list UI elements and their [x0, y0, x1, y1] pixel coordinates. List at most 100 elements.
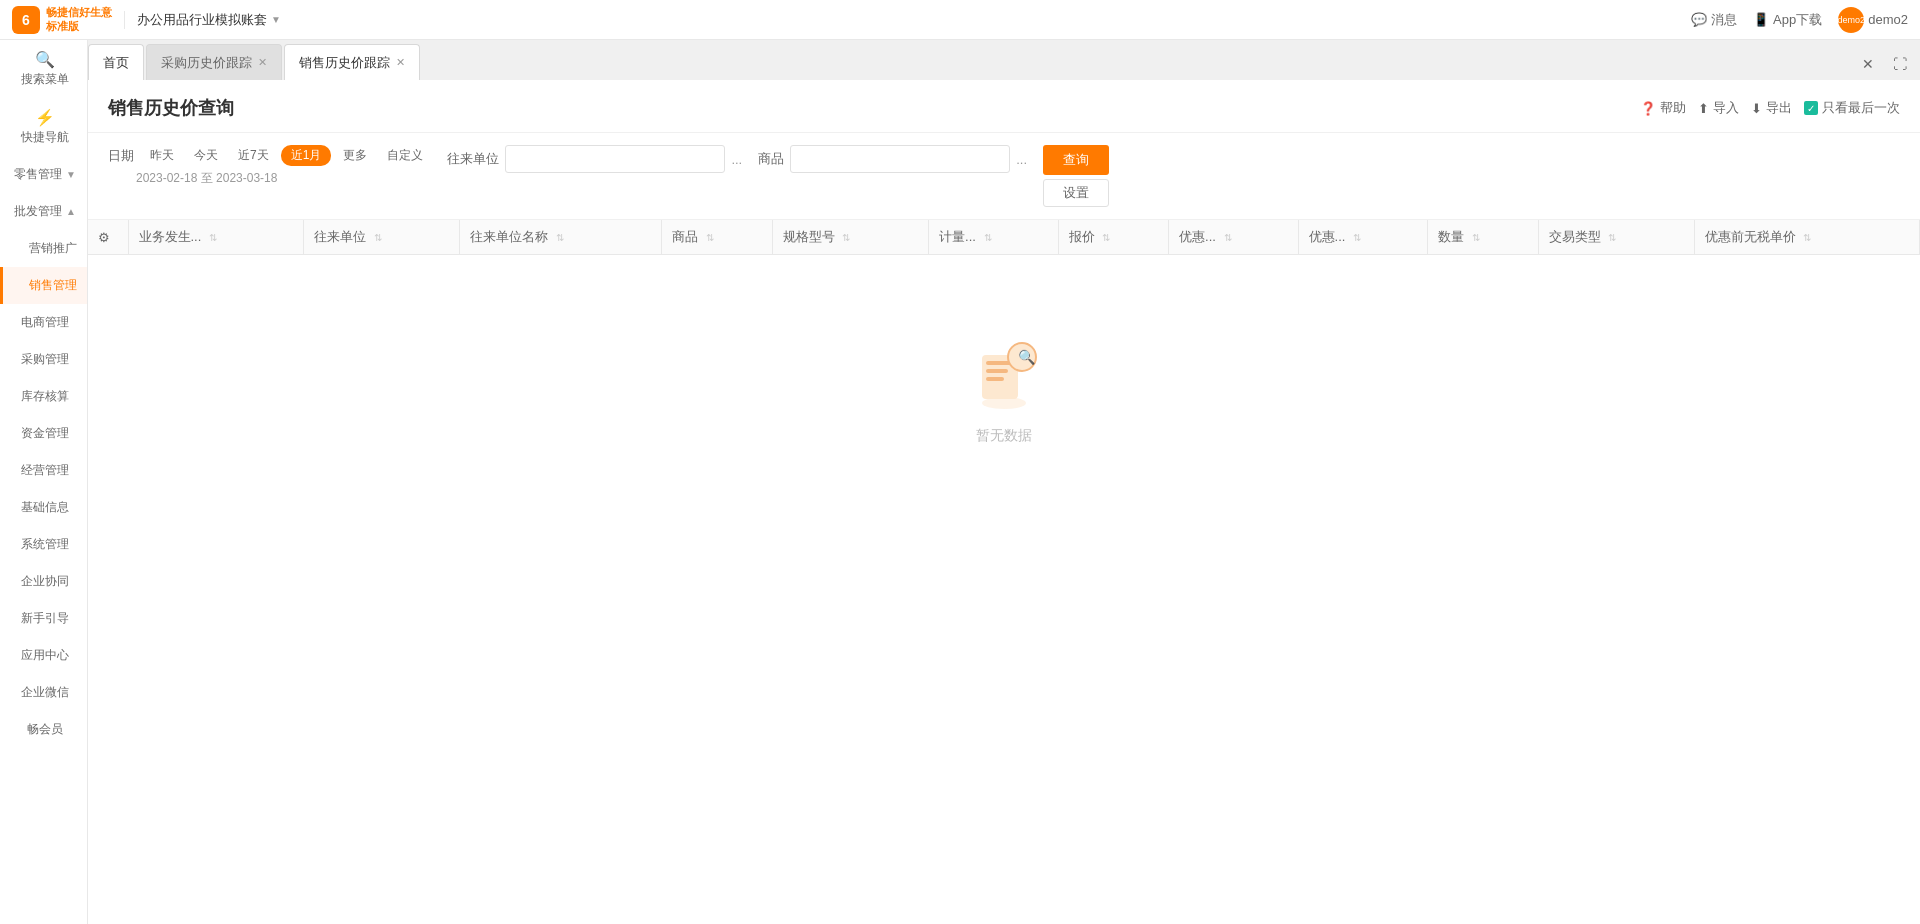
th-discount2[interactable]: 优惠... ⇅ — [1298, 220, 1428, 255]
main-layout: 🔍 搜索菜单 ⚡ 快捷导航 零售管理 ▼ 批发管理 ▲ 营销推广 销售管理 电商… — [0, 40, 1920, 924]
sort-icon: ⇅ — [842, 232, 850, 243]
th-pretax-price[interactable]: 优惠前无税单价 ⇅ — [1694, 220, 1919, 255]
sort-icon: ⇅ — [1353, 232, 1361, 243]
only-last-checkbox[interactable]: ✓ — [1804, 101, 1818, 115]
date-btn-7days[interactable]: 近7天 — [230, 145, 277, 166]
sidebar-item-wholesale[interactable]: 批发管理 ▲ — [0, 193, 87, 230]
tab-home[interactable]: 首页 — [88, 44, 144, 80]
tab-bar-actions: ✕ ⛶ — [1856, 52, 1920, 80]
sidebar: 🔍 搜索菜单 ⚡ 快捷导航 零售管理 ▼ 批发管理 ▲ 营销推广 销售管理 电商… — [0, 40, 88, 924]
goods-label: 商品 — [758, 150, 784, 168]
tab-bar: 首页 采购历史价跟踪 ✕ 销售历史价跟踪 ✕ ✕ ⛶ — [88, 40, 1920, 80]
goods-input[interactable] — [790, 145, 1010, 173]
counterpart-input[interactable] — [505, 145, 725, 173]
date-btn-yesterday[interactable]: 昨天 — [142, 145, 182, 166]
th-unit[interactable]: 计量... ⇅ — [929, 220, 1059, 255]
user-menu[interactable]: demo2 demo2 — [1838, 7, 1908, 33]
sidebar-item-retail[interactable]: 零售管理 ▼ — [0, 156, 87, 193]
goods-filter: 商品 ... — [758, 145, 1027, 173]
page-header: 销售历史价查询 ❓ 帮助 ⬆ 导入 ⬇ 导出 ✓ — [88, 80, 1920, 133]
sort-icon: ⇅ — [209, 232, 217, 243]
empty-text: 暂无数据 — [976, 427, 1032, 445]
content-area: 首页 采购历史价跟踪 ✕ 销售历史价跟踪 ✕ ✕ ⛶ 销售历史价查询 — [88, 40, 1920, 924]
sidebar-item-ecommerce[interactable]: 电商管理 — [0, 304, 87, 341]
th-spec[interactable]: 规格型号 ⇅ — [772, 220, 928, 255]
sort-icon: ⇅ — [706, 232, 714, 243]
th-settings[interactable]: ⚙ — [88, 220, 128, 255]
th-quantity[interactable]: 数量 ⇅ — [1428, 220, 1538, 255]
settings-icon: ⚙ — [98, 230, 110, 245]
sidebar-item-guide[interactable]: 新手引导 — [0, 600, 87, 637]
date-btn-more[interactable]: 更多 — [335, 145, 375, 166]
search-icon: 🔍 — [35, 50, 55, 69]
th-quote[interactable]: 报价 ⇅ — [1058, 220, 1168, 255]
filter-area: 日期 昨天 今天 近7天 近1月 更多 自定义 2023-02-18 至 202… — [88, 133, 1920, 220]
sidebar-item-enterprise[interactable]: 企业协同 — [0, 563, 87, 600]
sort-icon: ⇅ — [1608, 232, 1616, 243]
th-counterpart-name[interactable]: 往来单位名称 ⇅ — [460, 220, 662, 255]
avatar: demo2 — [1838, 7, 1864, 33]
settings-button[interactable]: 设置 — [1043, 179, 1109, 207]
sidebar-item-app-center[interactable]: 应用中心 — [0, 637, 87, 674]
sort-icon: ⇅ — [374, 232, 382, 243]
tab-sales-history[interactable]: 销售历史价跟踪 ✕ — [284, 44, 420, 80]
sidebar-item-inventory[interactable]: 库存核算 — [0, 378, 87, 415]
query-button[interactable]: 查询 — [1043, 145, 1109, 175]
th-counterpart-code[interactable]: 往来单位 ⇅ — [303, 220, 459, 255]
date-filter-label: 日期 — [108, 147, 134, 165]
date-range-text: 2023-02-18 至 2023-03-18 — [136, 170, 431, 187]
logo-area: 6 畅捷信好生意 标准版 — [12, 6, 112, 34]
sidebar-item-system[interactable]: 系统管理 — [0, 526, 87, 563]
sidebar-item-operations[interactable]: 经营管理 — [0, 452, 87, 489]
sidebar-item-basic-info[interactable]: 基础信息 — [0, 489, 87, 526]
export-icon: ⬇ — [1751, 101, 1762, 116]
chevron-up-icon: ▲ — [66, 206, 76, 217]
sort-icon: ⇅ — [1224, 232, 1232, 243]
table-header: ⚙ 业务发生... ⇅ 往来单位 ⇅ 往来单位名称 — [88, 220, 1920, 255]
expand-window-button[interactable]: ⛶ — [1888, 52, 1912, 76]
date-btn-custom[interactable]: 自定义 — [379, 145, 431, 166]
svg-text:🔍: 🔍 — [1018, 349, 1036, 366]
sidebar-item-purchase[interactable]: 采购管理 — [0, 341, 87, 378]
sidebar-item-finance[interactable]: 资金管理 — [0, 415, 87, 452]
sidebar-item-wechat[interactable]: 企业微信 — [0, 674, 87, 711]
app-selector[interactable]: 办公用品行业模拟账套 ▼ — [124, 11, 281, 29]
top-bar: 6 畅捷信好生意 标准版 办公用品行业模拟账套 ▼ 💬 消息 📱 App下载 d… — [0, 0, 1920, 40]
th-discount1[interactable]: 优惠... ⇅ — [1169, 220, 1299, 255]
th-goods[interactable]: 商品 ⇅ — [662, 220, 772, 255]
sort-icon: ⇅ — [1472, 232, 1480, 243]
filter-top-row: 日期 昨天 今天 近7天 近1月 更多 自定义 2023-02-18 至 202… — [108, 145, 1109, 207]
tab-close-purchase[interactable]: ✕ — [258, 56, 267, 69]
logo-icon: 6 — [12, 6, 40, 34]
tab-purchase-history[interactable]: 采购历史价跟踪 ✕ — [146, 44, 282, 80]
goods-dots: ... — [1016, 152, 1027, 167]
th-trade-type[interactable]: 交易类型 ⇅ — [1538, 220, 1694, 255]
date-btn-1month[interactable]: 近1月 — [281, 145, 332, 166]
import-button[interactable]: ⬆ 导入 — [1698, 99, 1739, 117]
date-btn-today[interactable]: 今天 — [186, 145, 226, 166]
sidebar-item-marketing[interactable]: 营销推广 — [0, 230, 87, 267]
sort-icon: ⇅ — [984, 232, 992, 243]
table-area: ⚙ 业务发生... ⇅ 往来单位 ⇅ 往来单位名称 — [88, 220, 1920, 525]
sidebar-item-sales-mgmt[interactable]: 销售管理 — [0, 267, 87, 304]
counterpart-dots: ... — [731, 152, 742, 167]
sidebar-item-quick-nav[interactable]: ⚡ 快捷导航 — [0, 98, 87, 156]
sidebar-item-member[interactable]: 畅会员 — [0, 711, 87, 748]
message-button[interactable]: 💬 消息 — [1691, 11, 1737, 29]
empty-icon: 🔍 — [964, 335, 1044, 415]
only-last-checkbox-item[interactable]: ✓ 只看最后一次 — [1804, 99, 1900, 117]
table-header-row: ⚙ 业务发生... ⇅ 往来单位 ⇅ 往来单位名称 — [88, 220, 1920, 255]
sidebar-item-search[interactable]: 🔍 搜索菜单 — [0, 40, 87, 98]
close-window-button[interactable]: ✕ — [1856, 52, 1880, 76]
app-download-button[interactable]: 📱 App下载 — [1753, 11, 1822, 29]
tab-close-sales[interactable]: ✕ — [396, 56, 405, 69]
empty-state-row: 🔍 暂无数据 — [88, 255, 1920, 526]
help-button[interactable]: ❓ 帮助 — [1640, 99, 1686, 117]
top-bar-left: 6 畅捷信好生意 标准版 办公用品行业模拟账套 ▼ — [12, 6, 281, 34]
top-bar-right: 💬 消息 📱 App下载 demo2 demo2 — [1691, 7, 1908, 33]
logo-text: 畅捷信好生意 标准版 — [46, 6, 112, 32]
export-button[interactable]: ⬇ 导出 — [1751, 99, 1792, 117]
sort-icon: ⇅ — [556, 232, 564, 243]
th-biz-date[interactable]: 业务发生... ⇅ — [128, 220, 303, 255]
chevron-down-icon: ▼ — [66, 169, 76, 180]
